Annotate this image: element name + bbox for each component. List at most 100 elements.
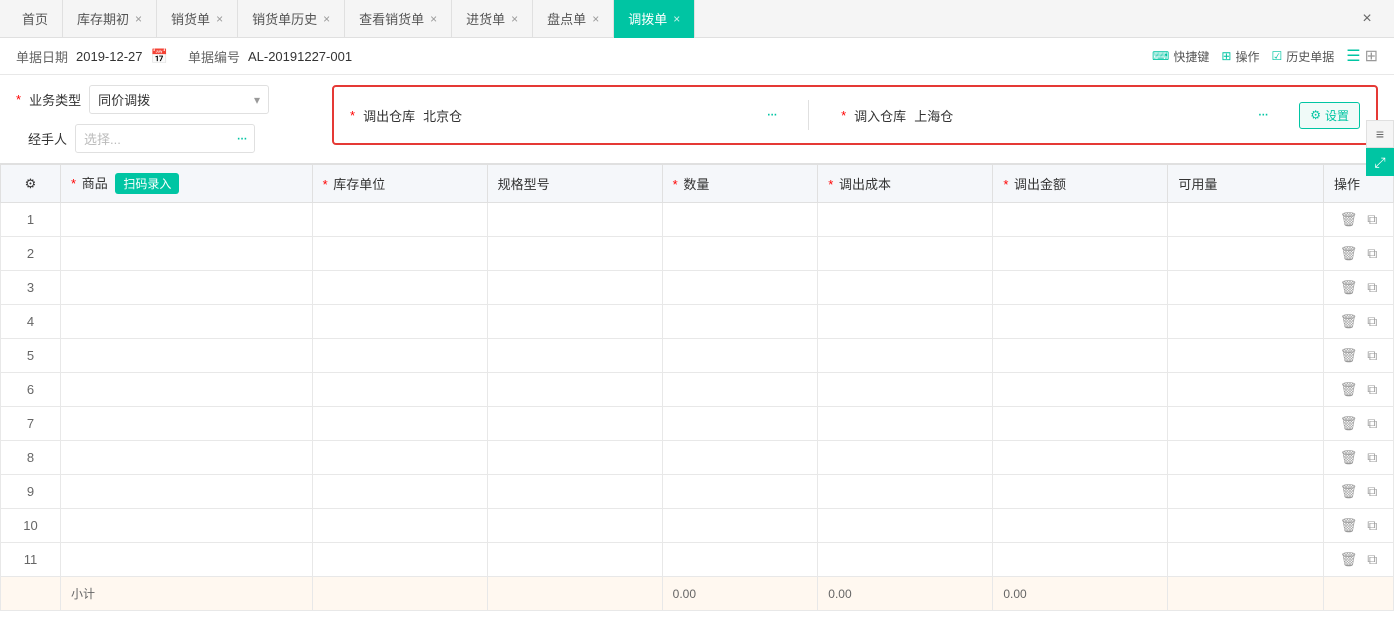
tab-close-transfer[interactable]: × bbox=[673, 12, 680, 26]
delete-icon-2[interactable]: 🗑 bbox=[1340, 245, 1358, 261]
row-qty-3[interactable] bbox=[662, 271, 818, 305]
row-qty-11[interactable] bbox=[662, 543, 818, 577]
row-avail-1[interactable] bbox=[1168, 203, 1324, 237]
tab-view-sales[interactable]: 查看销货单 × bbox=[345, 0, 452, 38]
list-view-icon[interactable]: ☰ bbox=[1346, 46, 1360, 66]
copy-icon-9[interactable]: ⧉ bbox=[1367, 483, 1377, 499]
copy-icon-11[interactable]: ⧉ bbox=[1367, 551, 1377, 567]
row-spec-9[interactable] bbox=[487, 475, 662, 509]
delete-icon-11[interactable]: 🗑 bbox=[1340, 551, 1358, 567]
tab-transfer[interactable]: 调拨单 × bbox=[614, 0, 695, 38]
row-unit-11[interactable] bbox=[312, 543, 487, 577]
row-unit-10[interactable] bbox=[312, 509, 487, 543]
row-spec-10[interactable] bbox=[487, 509, 662, 543]
right-expand-icon[interactable]: ⤢ bbox=[1366, 148, 1394, 176]
row-avail-8[interactable] bbox=[1168, 441, 1324, 475]
row-cost-10[interactable] bbox=[818, 509, 993, 543]
row-qty-10[interactable] bbox=[662, 509, 818, 543]
copy-icon-3[interactable]: ⧉ bbox=[1367, 279, 1377, 295]
row-unit-2[interactable] bbox=[312, 237, 487, 271]
row-amount-11[interactable] bbox=[993, 543, 1168, 577]
row-amount-8[interactable] bbox=[993, 441, 1168, 475]
tab-purchase-order[interactable]: 进货单 × bbox=[452, 0, 533, 38]
row-avail-6[interactable] bbox=[1168, 373, 1324, 407]
row-qty-6[interactable] bbox=[662, 373, 818, 407]
transfer-out-dots[interactable]: ··· bbox=[766, 106, 776, 124]
row-amount-5[interactable] bbox=[993, 339, 1168, 373]
gear-icon[interactable]: ⚙ bbox=[25, 176, 37, 191]
delete-icon-10[interactable]: 🗑 bbox=[1340, 517, 1358, 533]
handler-dots[interactable]: ··· bbox=[236, 130, 246, 148]
delete-icon-8[interactable]: 🗑 bbox=[1340, 449, 1358, 465]
copy-icon-2[interactable]: ⧉ bbox=[1367, 245, 1377, 261]
row-product-2[interactable] bbox=[61, 237, 313, 271]
row-product-1[interactable] bbox=[61, 203, 313, 237]
operation-action[interactable]: ⊞ 操作 bbox=[1221, 48, 1259, 65]
row-amount-6[interactable] bbox=[993, 373, 1168, 407]
right-list-icon[interactable]: ≡ bbox=[1366, 120, 1394, 148]
row-cost-5[interactable] bbox=[818, 339, 993, 373]
history-action[interactable]: ☑ 历史单据 bbox=[1271, 48, 1334, 65]
row-spec-11[interactable] bbox=[487, 543, 662, 577]
tab-stocktake[interactable]: 盘点单 × bbox=[533, 0, 614, 38]
delete-icon-4[interactable]: 🗑 bbox=[1340, 313, 1358, 329]
row-product-4[interactable] bbox=[61, 305, 313, 339]
row-product-6[interactable] bbox=[61, 373, 313, 407]
row-amount-4[interactable] bbox=[993, 305, 1168, 339]
row-qty-1[interactable] bbox=[662, 203, 818, 237]
row-qty-4[interactable] bbox=[662, 305, 818, 339]
row-avail-7[interactable] bbox=[1168, 407, 1324, 441]
row-cost-8[interactable] bbox=[818, 441, 993, 475]
row-qty-9[interactable] bbox=[662, 475, 818, 509]
copy-icon-6[interactable]: ⧉ bbox=[1367, 381, 1377, 397]
tab-close-sales-order[interactable]: × bbox=[216, 12, 223, 26]
tab-close-stocktake[interactable]: × bbox=[592, 12, 599, 26]
copy-icon-5[interactable]: ⧉ bbox=[1367, 347, 1377, 363]
row-unit-1[interactable] bbox=[312, 203, 487, 237]
business-type-select[interactable]: 同价调拨 ▾ bbox=[89, 85, 269, 114]
row-avail-4[interactable] bbox=[1168, 305, 1324, 339]
calendar-icon[interactable]: 📅 bbox=[151, 48, 168, 65]
delete-icon-5[interactable]: 🗑 bbox=[1340, 347, 1358, 363]
row-product-3[interactable] bbox=[61, 271, 313, 305]
row-unit-3[interactable] bbox=[312, 271, 487, 305]
row-qty-7[interactable] bbox=[662, 407, 818, 441]
handler-select[interactable]: 选择... ··· bbox=[75, 124, 255, 153]
row-cost-1[interactable] bbox=[818, 203, 993, 237]
row-cost-9[interactable] bbox=[818, 475, 993, 509]
row-qty-8[interactable] bbox=[662, 441, 818, 475]
row-cost-2[interactable] bbox=[818, 237, 993, 271]
tab-close-purchase-order[interactable]: × bbox=[511, 12, 518, 26]
row-avail-10[interactable] bbox=[1168, 509, 1324, 543]
tab-inventory-init[interactable]: 库存期初 × bbox=[63, 0, 157, 38]
row-unit-6[interactable] bbox=[312, 373, 487, 407]
row-cost-11[interactable] bbox=[818, 543, 993, 577]
row-avail-2[interactable] bbox=[1168, 237, 1324, 271]
row-product-5[interactable] bbox=[61, 339, 313, 373]
row-cost-4[interactable] bbox=[818, 305, 993, 339]
tab-close-view-sales[interactable]: × bbox=[430, 12, 437, 26]
row-amount-7[interactable] bbox=[993, 407, 1168, 441]
delete-icon-9[interactable]: 🗑 bbox=[1340, 483, 1358, 499]
row-amount-9[interactable] bbox=[993, 475, 1168, 509]
row-product-9[interactable] bbox=[61, 475, 313, 509]
tab-close-sales-history[interactable]: × bbox=[323, 12, 330, 26]
tab-sales-order[interactable]: 销货单 × bbox=[157, 0, 238, 38]
row-cost-3[interactable] bbox=[818, 271, 993, 305]
delete-icon-6[interactable]: 🗑 bbox=[1340, 381, 1358, 397]
row-product-7[interactable] bbox=[61, 407, 313, 441]
copy-icon-8[interactable]: ⧉ bbox=[1367, 449, 1377, 465]
row-unit-7[interactable] bbox=[312, 407, 487, 441]
row-amount-1[interactable] bbox=[993, 203, 1168, 237]
delete-icon-7[interactable]: 🗑 bbox=[1340, 415, 1358, 431]
row-spec-4[interactable] bbox=[487, 305, 662, 339]
row-avail-9[interactable] bbox=[1168, 475, 1324, 509]
row-qty-5[interactable] bbox=[662, 339, 818, 373]
row-qty-2[interactable] bbox=[662, 237, 818, 271]
row-avail-3[interactable] bbox=[1168, 271, 1324, 305]
row-product-10[interactable] bbox=[61, 509, 313, 543]
copy-icon-1[interactable]: ⧉ bbox=[1367, 211, 1377, 227]
copy-icon-7[interactable]: ⧉ bbox=[1367, 415, 1377, 431]
row-cost-7[interactable] bbox=[818, 407, 993, 441]
row-spec-8[interactable] bbox=[487, 441, 662, 475]
